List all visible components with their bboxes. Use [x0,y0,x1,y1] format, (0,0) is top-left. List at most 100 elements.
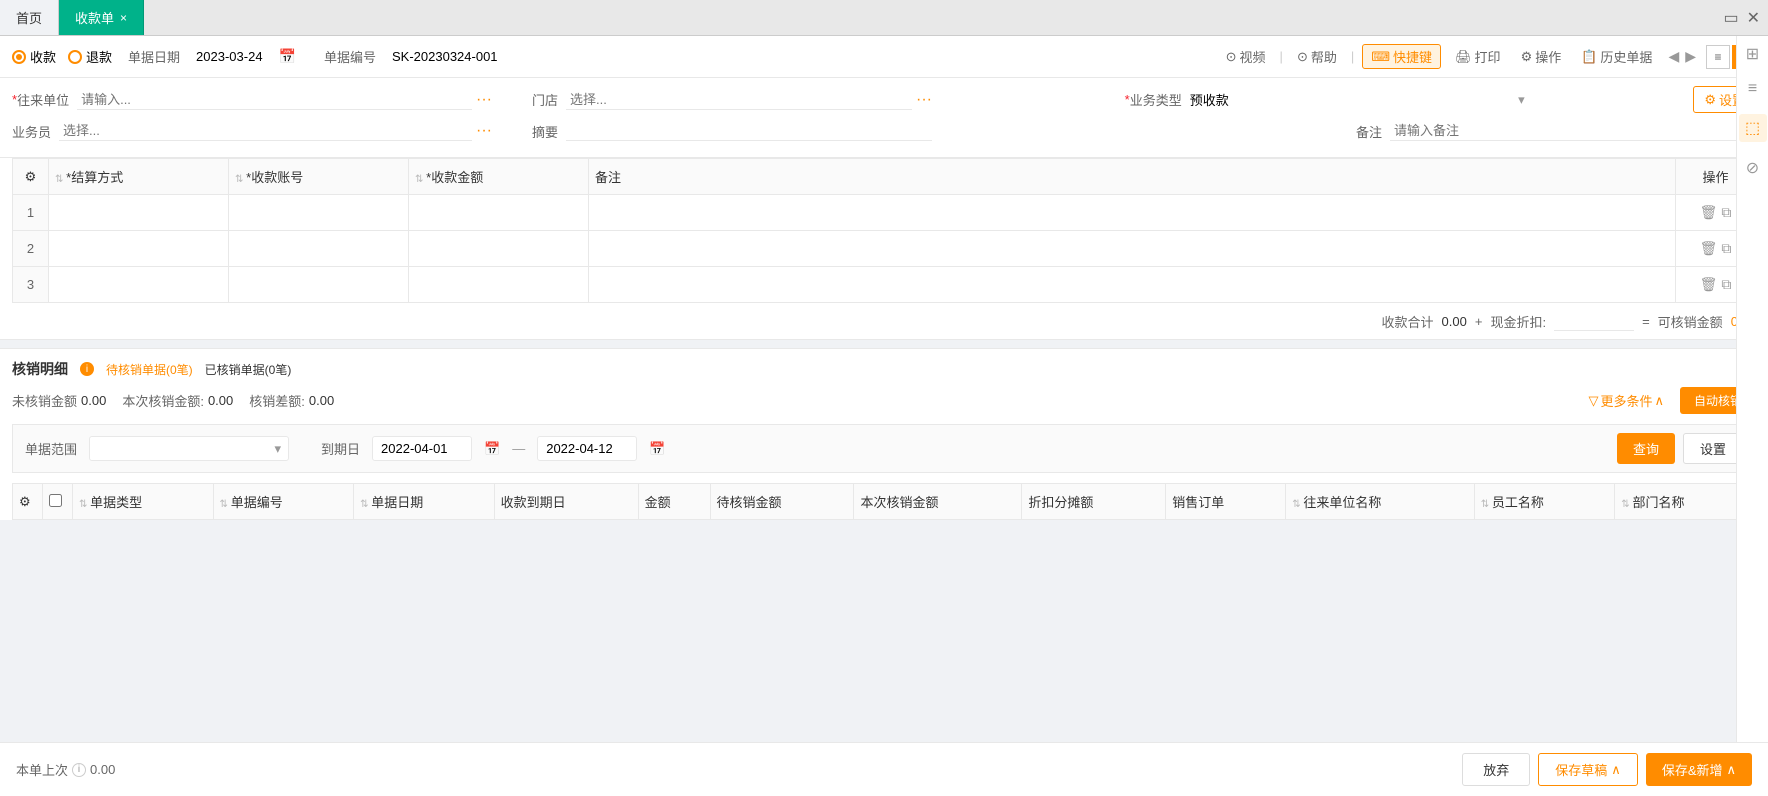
verification-header: 核销明细 i 待核销单据(0笔) 已核销单据(0笔) [12,359,1756,379]
nav-next-icon[interactable]: ▶ [1683,48,1698,65]
col-current-verify: 本次核销金额 [860,495,938,510]
col-amount: 金额 [645,495,671,510]
bottom-gear-icon[interactable]: ⚙ [19,494,31,509]
row-2-amount[interactable] [409,231,589,267]
panel-camera-icon[interactable]: ⬚ [1739,114,1767,142]
doc-no-value: SK-20230324-001 [392,49,498,64]
col-discount: 折扣分摊额 [1028,495,1093,510]
row-2-remark[interactable] [589,231,1676,267]
keyboard-icon: ⌨ [1371,49,1390,65]
nav-prev-icon[interactable]: ◀ [1666,48,1681,65]
date-from-input[interactable] [372,436,472,461]
row-1-settlement[interactable] [49,195,229,231]
tab-home[interactable]: 首页 [0,0,59,35]
row-3-settlement[interactable] [49,267,229,303]
shortcut-btn[interactable]: ⌨ 快捷键 [1362,44,1441,69]
row-3-amount[interactable] [409,267,589,303]
row-2-settlement[interactable] [49,231,229,267]
footer-info-icon[interactable]: i [72,763,86,777]
table-settings-button[interactable]: 设置 [1683,433,1743,464]
footer-value: 0.00 [90,762,115,777]
col-dept: 部门名称 [1632,495,1684,510]
bottom-table-area: ⚙ ⇅ 单据类型 ⇅ 单据编号 ⇅ 单据日期 收款到期日 金额 待核销金额 本次… [0,483,1768,520]
panel-table-icon[interactable]: ⊞ [1746,44,1759,64]
receipt-table: ⚙ ⇅ *结算方式 ⇅ *收款账号 ⇅ *收款金额 备注 [12,158,1756,303]
video-btn[interactable]: ⊙ 视频 [1220,45,1272,68]
summary-input[interactable] [566,121,932,141]
tab-home-label: 首页 [16,8,42,27]
row-1-remark[interactable] [589,195,1676,231]
store-more-icon[interactable]: ··· [916,91,932,109]
row-1-account[interactable] [229,195,409,231]
sort-icon-counterpart: ⇅ [1292,499,1303,510]
discard-button[interactable]: 放弃 [1462,753,1530,786]
select-all-checkbox[interactable] [49,494,62,507]
current-value: 0.00 [208,393,233,408]
window-restore-icon[interactable]: ▭ [1723,8,1738,28]
unchecked-value: 0.00 [81,393,106,408]
row-2-account[interactable] [229,231,409,267]
more-conditions-btn[interactable]: ▽ 更多条件 ∧ [1588,391,1664,410]
panel-list-icon[interactable]: ≡ [1748,80,1757,98]
range-select[interactable] [89,436,289,461]
table-gear-icon[interactable]: ⚙ [25,169,37,184]
counterpart-input[interactable] [77,90,472,110]
help-icon: ⊙ [1297,49,1308,65]
date-label: 单据日期 [128,47,180,66]
row-1-copy-icon[interactable]: ⧉ [1721,204,1731,221]
date-to-input[interactable] [537,436,637,461]
form-row-2: 业务员 ··· 摘要 备注 [12,121,1756,141]
col-due-date: 收款到期日 [501,495,566,510]
pending-tab[interactable]: 待核销单据(0笔) [106,361,193,378]
biz-type-dropdown-icon[interactable]: ▾ [1518,92,1525,108]
form-area: * 往来单位 ··· 门店 ··· * 业务类型 预收款 ▾ ⚙ 设置 [0,78,1768,158]
panel-attach-icon[interactable]: ⊘ [1746,158,1759,178]
store-input[interactable] [566,90,912,110]
verification-title: 核销明细 [12,359,68,379]
row-1-delete-icon[interactable]: 🗑 [1700,204,1718,221]
summary-label: 摘要 [532,122,558,141]
calendar-icon[interactable]: 📅 [279,48,296,65]
help-btn[interactable]: ⊙ 帮助 [1291,45,1343,68]
sort-icon-account: ⇅ [235,174,246,185]
tab-close-icon[interactable]: × [120,11,127,25]
row-3-remark[interactable] [589,267,1676,303]
save-new-label: 保存&新增 [1662,760,1723,779]
salesperson-label: 业务员 [12,122,51,141]
operate-label: 操作 [1535,47,1561,66]
right-panel: ⊞ ≡ ⬚ ⊘ [1736,36,1768,796]
history-btn[interactable]: 📋 历史单据 [1575,45,1658,68]
history-label: 历史单据 [1600,47,1652,66]
operate-btn[interactable]: ⚙ 操作 [1515,45,1568,68]
view-list-btn[interactable]: ≡ [1706,45,1730,69]
salesperson-more-icon[interactable]: ··· [476,122,492,140]
done-tab[interactable]: 已核销单据(0笔) [205,361,292,378]
calendar-from-icon[interactable]: 📅 [484,441,500,457]
row-1-amount[interactable] [409,195,589,231]
current-label: 本次核销金额: [122,391,204,410]
due-date-label: 到期日 [321,439,360,458]
counterpart-more-icon[interactable]: ··· [476,91,492,109]
row-3-copy-icon[interactable]: ⧉ [1721,276,1731,293]
sort-icon-docdate: ⇅ [360,499,371,510]
calendar-to-icon[interactable]: 📅 [649,441,665,457]
discount-input[interactable] [1554,311,1634,331]
verification-info-icon[interactable]: i [80,362,94,376]
row-2-delete-icon[interactable]: 🗑 [1700,240,1718,257]
top-toolbar: 收款 退款 单据日期 2023-03-24 📅 单据编号 SK-20230324… [0,36,1768,78]
row-3-account[interactable] [229,267,409,303]
salesperson-input[interactable] [59,121,472,141]
tab-receipt[interactable]: 收款单 × [59,0,144,35]
row-2-copy-icon[interactable]: ⧉ [1721,240,1731,257]
radio-refund[interactable]: 退款 [68,47,112,66]
radio-receipt[interactable]: 收款 [12,47,56,66]
sort-icon-employee: ⇅ [1481,499,1492,510]
print-btn[interactable]: 🖨 打印 [1449,45,1507,68]
query-button[interactable]: 查询 [1617,433,1675,464]
window-close-icon[interactable]: ✕ [1747,8,1760,28]
row-num-2: 2 [13,231,49,267]
save-draft-button[interactable]: 保存草稿 ∧ [1538,753,1638,786]
row-3-delete-icon[interactable]: 🗑 [1700,276,1718,293]
remark-input[interactable] [1390,121,1756,141]
save-new-button[interactable]: 保存&新增 ∧ [1646,753,1752,786]
